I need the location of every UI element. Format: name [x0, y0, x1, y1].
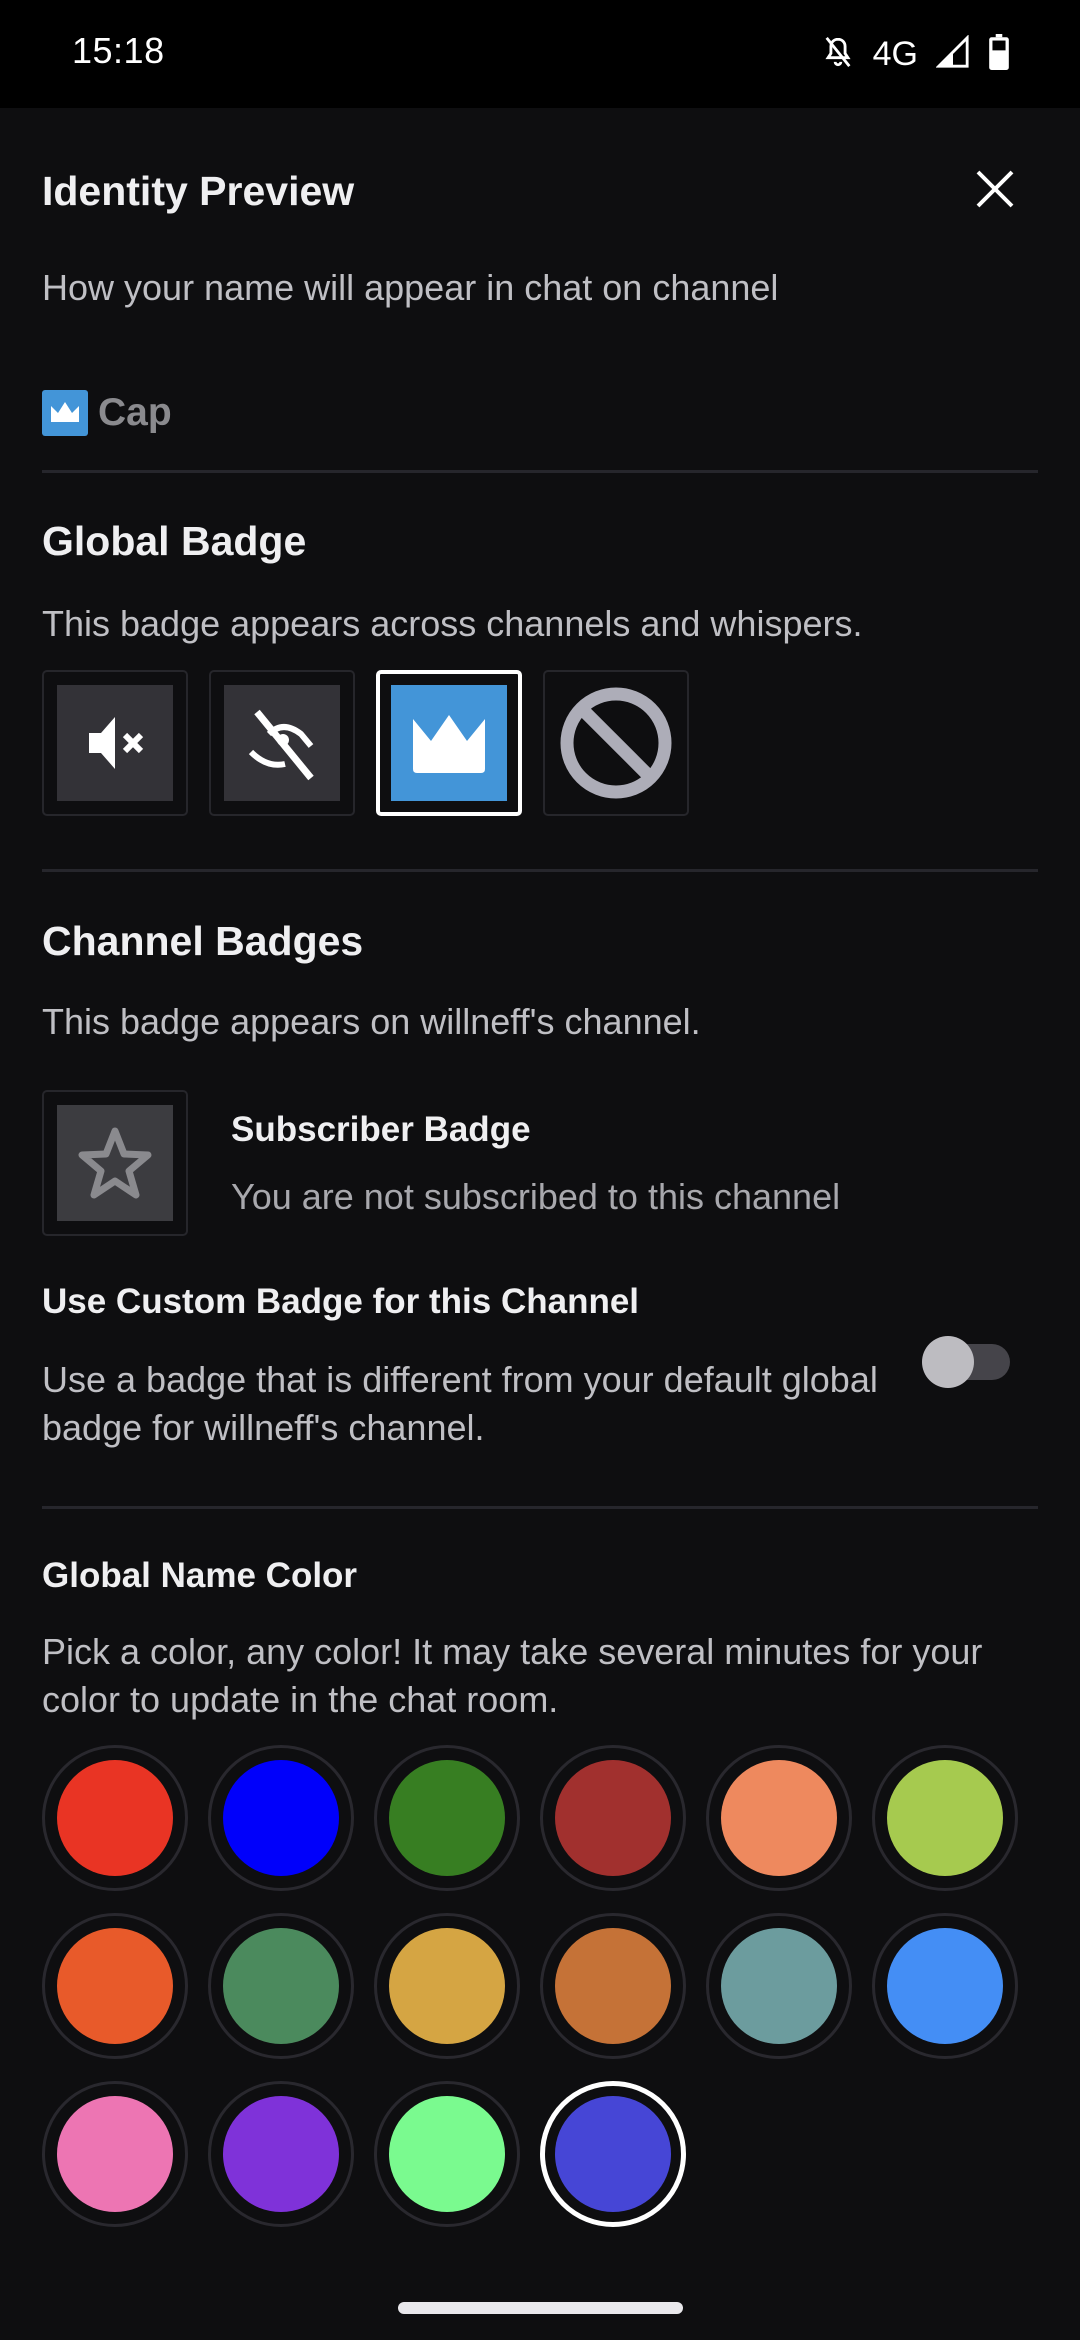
custom-badge-toggle[interactable]: [922, 1336, 1012, 1388]
name-color-title: Global Name Color: [42, 1556, 358, 1595]
color-swatch[interactable]: [706, 1745, 852, 1891]
badge-option-none[interactable]: [543, 670, 689, 816]
color-swatch[interactable]: [540, 2081, 686, 2227]
color-swatch[interactable]: [374, 1913, 520, 2059]
color-swatch[interactable]: [208, 1913, 354, 2059]
close-icon: [976, 170, 1014, 208]
color-swatch-fill: [223, 1928, 339, 2044]
color-swatch-fill: [57, 2096, 173, 2212]
preview-username: Cap: [98, 391, 172, 434]
color-swatch-fill: [555, 1928, 671, 2044]
channel-badges-description: This badge appears on willneff's channel…: [42, 1001, 701, 1042]
no-badge-icon: [560, 687, 672, 799]
status-bar: 15:18 4G: [0, 0, 1080, 108]
color-swatch-fill: [389, 1760, 505, 1876]
name-preview: Cap: [42, 390, 172, 436]
subscriber-badge-description: You are not subscribed to this channel: [231, 1176, 841, 1217]
subscriber-badge-title: Subscriber Badge: [231, 1110, 531, 1149]
color-swatch[interactable]: [540, 1913, 686, 2059]
preview-description: How your name will appear in chat on cha…: [42, 267, 779, 308]
eye-off-icon: [248, 709, 314, 781]
color-swatch-fill: [721, 1760, 837, 1876]
channel-badges-title: Channel Badges: [42, 918, 364, 964]
close-button[interactable]: [970, 164, 1020, 214]
color-swatch[interactable]: [42, 1913, 188, 2059]
color-swatch[interactable]: [540, 1745, 686, 1891]
divider: [42, 869, 1038, 872]
color-swatch[interactable]: [208, 2081, 354, 2227]
name-color-description: Pick a color, any color! It may take sev…: [42, 1631, 983, 1720]
subscriber-badge-box: [42, 1090, 188, 1236]
color-swatch[interactable]: [374, 1745, 520, 1891]
color-swatch-fill: [57, 1928, 173, 2044]
color-swatch-fill: [389, 2096, 505, 2212]
color-swatch-fill: [223, 2096, 339, 2212]
color-swatch-fill: [389, 1928, 505, 2044]
color-swatch-fill: [223, 1760, 339, 1876]
battery-icon: [988, 33, 1010, 75]
status-icons: 4G: [821, 33, 1010, 75]
page-title: Identity Preview: [42, 168, 355, 214]
toggle-thumb: [922, 1336, 974, 1388]
color-swatch[interactable]: [42, 1745, 188, 1891]
color-swatch[interactable]: [208, 1745, 354, 1891]
network-type: 4G: [872, 34, 918, 73]
global-badge-title: Global Badge: [42, 518, 307, 564]
status-time: 15:18: [72, 30, 165, 71]
divider: [42, 1506, 1038, 1509]
color-swatch[interactable]: [872, 1913, 1018, 2059]
badge-option-crown[interactable]: [376, 670, 522, 816]
crown-icon: [51, 402, 79, 422]
color-swatch-fill: [887, 1928, 1003, 2044]
color-swatch[interactable]: [706, 1913, 852, 2059]
badge-option-muted[interactable]: [42, 670, 188, 816]
crown-icon: [413, 715, 485, 773]
color-swatch-fill: [887, 1760, 1003, 1876]
home-indicator[interactable]: [398, 2302, 683, 2314]
color-swatch[interactable]: [374, 2081, 520, 2227]
divider: [42, 470, 1038, 473]
global-badge-description: This badge appears across channels and w…: [42, 603, 863, 644]
custom-badge-description: Use a badge that is different from your …: [42, 1359, 878, 1448]
global-badge-options: [42, 670, 689, 816]
badge-option-hidden[interactable]: [209, 670, 355, 816]
notifications-off-icon: [821, 34, 855, 75]
signal-icon: [935, 33, 970, 74]
color-swatch-fill: [555, 1760, 671, 1876]
custom-badge-title: Use Custom Badge for this Channel: [42, 1282, 640, 1321]
speaker-muted-icon: [89, 717, 144, 769]
color-swatch[interactable]: [42, 2081, 188, 2227]
color-swatch-fill: [555, 2096, 671, 2212]
preview-badge: [42, 390, 88, 436]
color-swatch[interactable]: [872, 1745, 1018, 1891]
star-icon: [78, 1127, 152, 1199]
color-swatch-fill: [721, 1928, 837, 2044]
color-swatch-fill: [57, 1760, 173, 1876]
